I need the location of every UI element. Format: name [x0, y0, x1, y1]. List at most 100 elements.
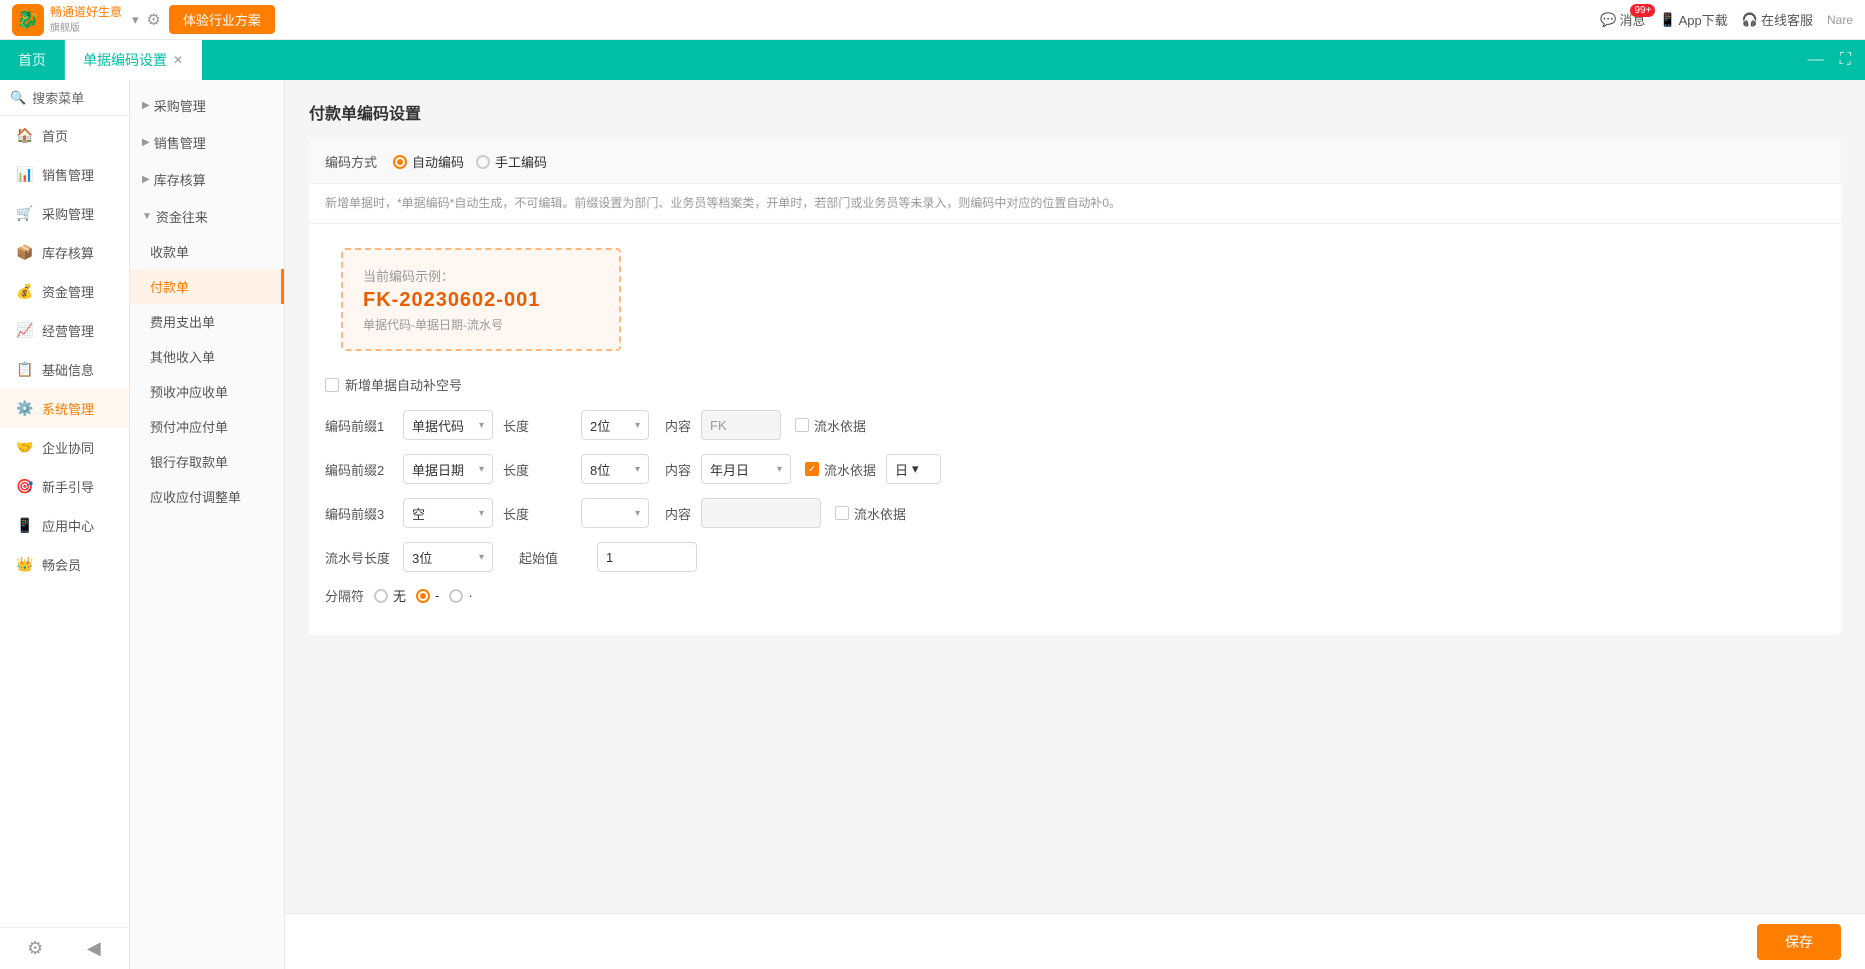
maximize-icon[interactable]: ⛶ — [1836, 47, 1855, 73]
sec-group-label: 库存核算 — [154, 170, 206, 189]
prefix2-select[interactable]: 单据日期 ▾ — [403, 454, 493, 484]
start-value-input[interactable]: 1 — [597, 542, 697, 572]
sidebar-item-purchase[interactable]: 🛒 采购管理 — [0, 194, 129, 233]
save-button[interactable]: 保存 — [1757, 924, 1841, 960]
prefix1-value: 单据代码 — [412, 416, 464, 435]
sidebar-item-home[interactable]: 🏠 首页 — [0, 116, 129, 155]
sec-item-expense[interactable]: 费用支出单 — [130, 304, 284, 339]
sidebar-item-guide[interactable]: 🎯 新手引导 — [0, 467, 129, 506]
manual-encode-radio[interactable]: 手工编码 — [476, 152, 547, 171]
auto-fill-checkbox[interactable]: 新增单据自动补空号 — [325, 375, 1825, 394]
content1-label: 内容 — [665, 416, 691, 435]
checkbox-unchecked-icon — [835, 506, 849, 520]
search-menu[interactable]: 🔍 搜索菜单 — [0, 80, 129, 116]
radio-dot-dash — [416, 589, 430, 603]
prefix3-select[interactable]: 空 ▾ — [403, 498, 493, 528]
waterfall1-checkbox[interactable]: 流水依据 — [795, 416, 866, 435]
tab-home[interactable]: 首页 — [0, 40, 65, 80]
chevron-down-icon: ▾ — [479, 508, 484, 519]
arrow-right-icon: ▶ — [142, 174, 150, 185]
settings-panel: 编码方式 自动编码 手工编码 新增单据时，*单据编码*自动生成，不可编辑。前缀设… — [309, 140, 1841, 635]
waterfall2-label: 流水依据 — [824, 460, 876, 479]
form-area: 新增单据自动补空号 编码前缀1 单据代码 ▾ 长度 2位 ▾ — [309, 367, 1841, 635]
sidebar-item-finance[interactable]: 💰 资金管理 — [0, 272, 129, 311]
length3-select[interactable]: ▾ — [581, 498, 649, 528]
sec-item-other-income[interactable]: 其他收入单 — [130, 339, 284, 374]
sidebar-collapse-button[interactable]: ◀ — [69, 938, 120, 959]
minimize-icon[interactable]: — — [1804, 47, 1828, 73]
sidebar-item-members[interactable]: 👑 畅会员 — [0, 545, 129, 584]
chevron-down-icon: ▾ — [635, 420, 640, 431]
length1-select[interactable]: 2位 ▾ — [581, 410, 649, 440]
sidebar-item-label: 采购管理 — [42, 204, 94, 223]
user-info[interactable]: Nare — [1827, 13, 1853, 27]
content: 付款单编码设置 编码方式 自动编码 手工编码 — [285, 80, 1865, 913]
app-download-button[interactable]: 📱 App下载 — [1659, 10, 1727, 29]
sidebar-item-apps[interactable]: 📱 应用中心 — [0, 506, 129, 545]
sec-item-bank[interactable]: 银行存取款单 — [130, 444, 284, 479]
sec-group-sales-title[interactable]: ▶ 销售管理 — [130, 125, 284, 160]
sidebar-item-label: 新手引导 — [42, 477, 94, 496]
content2-value: 年月日 — [710, 460, 749, 479]
checkbox-checked-icon: ✓ — [805, 462, 819, 476]
operations-icon: 📈 — [16, 322, 34, 339]
waterfall2-period-value: 日 — [895, 460, 908, 479]
start-value: 1 — [606, 550, 613, 565]
sidebar-item-operations[interactable]: 📈 经营管理 — [0, 311, 129, 350]
headset-icon: 🎧 — [1742, 12, 1758, 28]
sidebar-item-label: 库存核算 — [42, 243, 94, 262]
sep-dash-radio[interactable]: - — [416, 588, 439, 603]
app-download-label: App下载 — [1679, 10, 1728, 29]
content1-value: FK — [710, 418, 727, 433]
chevron-down-icon: ▾ — [912, 461, 919, 477]
length2-select[interactable]: 8位 ▾ — [581, 454, 649, 484]
sec-item-prepaid-payable[interactable]: 预付冲应付单 — [130, 409, 284, 444]
tab-encoding-settings[interactable]: 单据编码设置 ✕ — [65, 40, 202, 80]
sidebar-item-system[interactable]: ⚙️ 系统管理 — [0, 389, 129, 428]
content2-select[interactable]: 年月日 ▾ — [701, 454, 791, 484]
top-bar-right: 💬 消息 99+ 📱 App下载 🎧 在线客服 Nare — [1600, 10, 1853, 29]
chevron-down-icon: ▾ — [479, 420, 484, 431]
sidebar-item-basic-info[interactable]: 📋 基础信息 — [0, 350, 129, 389]
search-label: 搜索菜单 — [32, 88, 84, 107]
sec-item-receipt[interactable]: 收款单 — [130, 234, 284, 269]
apps-icon: 📱 — [16, 517, 34, 534]
sidebar-item-sales[interactable]: 📊 销售管理 — [0, 155, 129, 194]
sidebar-item-label: 经营管理 — [42, 321, 94, 340]
experience-button[interactable]: 体验行业方案 — [169, 5, 275, 34]
sec-item-adjustment[interactable]: 应收应付调整单 — [130, 479, 284, 514]
settings-icon[interactable]: ⚙ — [147, 10, 161, 30]
tab-window-controls: — ⛶ — [1804, 40, 1865, 80]
sec-group-finance-title[interactable]: ▼ 资金往来 — [130, 199, 284, 234]
sec-item-prepaid-receivable[interactable]: 预收冲应收单 — [130, 374, 284, 409]
radio-dot-none — [374, 589, 388, 603]
sidebar-settings-button[interactable]: ⚙ — [10, 938, 61, 959]
sidebar-item-enterprise[interactable]: 🤝 企业协同 — [0, 428, 129, 467]
sec-item-payment[interactable]: 付款单 — [130, 269, 284, 304]
length3-label: 长度 — [503, 504, 571, 523]
purchase-icon: 🛒 — [16, 205, 34, 222]
sidebar-item-inventory[interactable]: 📦 库存核算 — [0, 233, 129, 272]
chevron-down-icon[interactable]: ▾ — [132, 12, 139, 28]
waterfall2-checkbox[interactable]: ✓ 流水依据 — [805, 460, 876, 479]
waterfall2-period-select[interactable]: 日 ▾ — [886, 454, 941, 484]
sec-group-sales: ▶ 销售管理 — [130, 125, 284, 160]
auto-encode-radio[interactable]: 自动编码 — [393, 152, 464, 171]
sec-group-label: 采购管理 — [154, 96, 206, 115]
sec-group-purchase-title[interactable]: ▶ 采购管理 — [130, 88, 284, 123]
online-support-button[interactable]: 🎧 在线客服 — [1742, 10, 1813, 29]
content2-label: 内容 — [665, 460, 691, 479]
sep-dot-radio[interactable]: · — [449, 588, 472, 603]
prefix1-select[interactable]: 单据代码 ▾ — [403, 410, 493, 440]
serial-length-select[interactable]: 3位 ▾ — [403, 542, 493, 572]
messages-button[interactable]: 💬 消息 99+ — [1600, 10, 1645, 29]
top-bar-left: 🐉 畅通道好生意 旗舰版 ▾ ⚙ 体验行业方案 — [12, 4, 275, 36]
tab-close-icon[interactable]: ✕ — [173, 53, 183, 67]
sec-group-inventory-title[interactable]: ▶ 库存核算 — [130, 162, 284, 197]
sep-none-radio[interactable]: 无 — [374, 586, 406, 605]
waterfall3-checkbox[interactable]: 流水依据 — [835, 504, 906, 523]
inventory-icon: 📦 — [16, 244, 34, 261]
sec-group-purchase: ▶ 采购管理 — [130, 88, 284, 123]
radio-dot-auto — [393, 155, 407, 169]
content3-input[interactable] — [701, 498, 821, 528]
